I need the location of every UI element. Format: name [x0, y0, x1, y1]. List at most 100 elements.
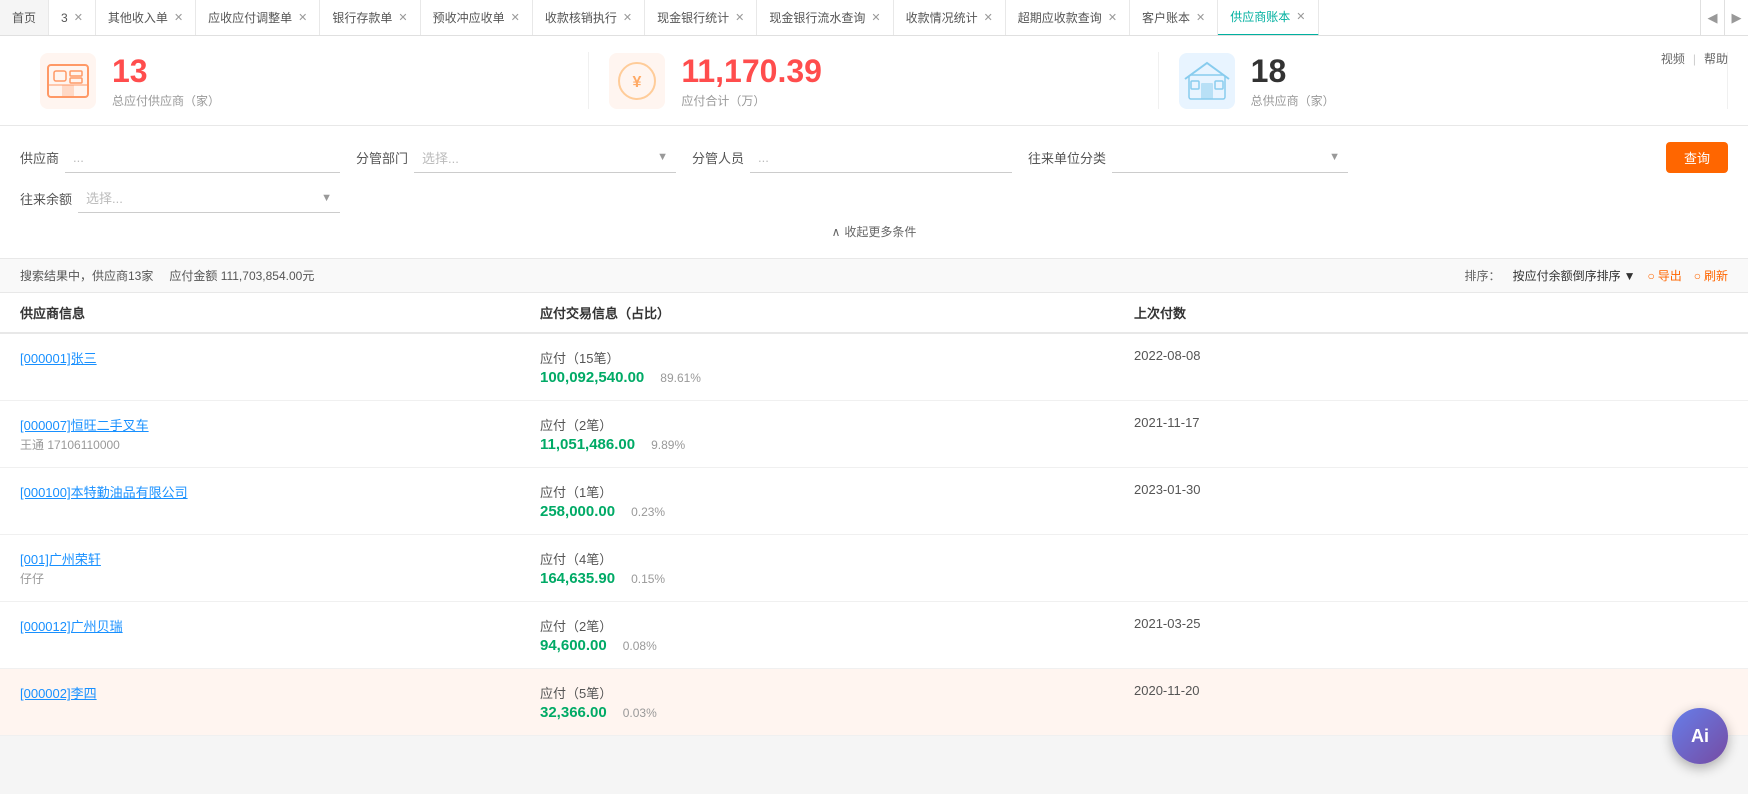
chevron-up-icon: ∧	[832, 225, 841, 239]
person-filter-label: 分管人员	[692, 148, 744, 167]
supplier-link[interactable]: [000002]李四	[20, 686, 97, 701]
nav-tab-ar-adjust[interactable]: 应收应付调整单 ✕	[196, 0, 320, 36]
export-button[interactable]: ○ 导出	[1647, 267, 1681, 284]
close-icon[interactable]: ✕	[298, 11, 307, 24]
nav-prev-arrow[interactable]: ◀	[1700, 0, 1724, 36]
nav-tab-cash-bank-stat[interactable]: 现金银行统计 ✕	[645, 0, 757, 36]
nav-tab-home[interactable]: 首页	[0, 0, 49, 36]
close-icon[interactable]: ✕	[871, 11, 880, 24]
last-pay-date: 2022-08-08	[1134, 348, 1201, 363]
close-icon[interactable]: ✕	[74, 11, 83, 24]
svg-text:¥: ¥	[633, 74, 642, 91]
close-icon[interactable]: ✕	[1196, 11, 1205, 24]
nav-tab-advance-collect[interactable]: 预收冲应收单 ✕	[421, 0, 533, 36]
store-icon	[1179, 53, 1235, 109]
query-button[interactable]: 查询	[1666, 142, 1728, 173]
supplier-icon	[40, 53, 96, 109]
close-icon[interactable]: ✕	[623, 11, 632, 24]
table-row: [001]广州荣轩 仔仔 应付（4笔） 164,635.90 0.15%	[0, 535, 1748, 602]
total-payable-amount-label: 应付合计（万）	[681, 92, 822, 109]
close-icon[interactable]: ✕	[511, 11, 520, 24]
nav-tab-cash-bank-flow[interactable]: 现金银行流水查询 ✕	[757, 0, 893, 36]
nav-tab-3[interactable]: 3 ✕	[49, 0, 96, 36]
payable-pct: 89.61%	[660, 371, 701, 385]
balance-filter-label: 往来余额	[20, 189, 72, 208]
top-right-links: 视频 | 帮助	[1661, 50, 1728, 67]
payable-amount: 100,092,540.00	[540, 369, 644, 386]
last-pay-cell: 2023-01-30	[1134, 482, 1728, 497]
chevron-down-icon: ▼	[1329, 151, 1340, 163]
chevron-down-icon: ▼	[1624, 269, 1636, 283]
col-last-pay: 上次付数	[1134, 303, 1728, 322]
close-icon[interactable]: ✕	[984, 11, 993, 24]
nav-tab-collect-exec[interactable]: 收款核销执行 ✕	[533, 0, 645, 36]
person-filter-input[interactable]	[750, 143, 1012, 173]
nav-tab-customer-account[interactable]: 客户账本 ✕	[1130, 0, 1218, 36]
payable-pct: 9.89%	[651, 438, 685, 452]
payable-info-cell: 应付（4笔） 164,635.90 0.15%	[540, 549, 1134, 587]
collapse-button[interactable]: ∧ 收起更多条件	[832, 223, 917, 240]
top-navigation: 首页 3 ✕ 其他收入单 ✕ 应收应付调整单 ✕ 银行存款单 ✕ 预收冲应收单 …	[0, 0, 1748, 36]
sort-select[interactable]: 按应付余额倒序排序 ▼	[1513, 267, 1636, 284]
payable-label: 应付（5笔）	[540, 683, 1134, 702]
supplier-link[interactable]: [000001]张三	[20, 351, 97, 366]
nav-next-arrow[interactable]: ▶	[1724, 0, 1748, 36]
filter-row-2: 往来余额 选择... ▼	[20, 183, 1728, 213]
result-text-suppliers: 搜索结果中，供应商13家	[20, 267, 153, 284]
supplier-link[interactable]: [000012]广州贝瑞	[20, 619, 123, 634]
category-filter-select[interactable]: ▼	[1112, 143, 1348, 173]
close-icon[interactable]: ✕	[398, 11, 407, 24]
ai-assistant-button[interactable]: Ai	[1672, 708, 1728, 764]
total-suppliers-number: 18	[1251, 52, 1335, 90]
summary-card-suppliers: 13 总应付供应商（家）	[20, 52, 589, 109]
nav-tab-overdue-query[interactable]: 超期应收款查询 ✕	[1006, 0, 1130, 36]
supplier-info-cell: [000002]李四	[20, 683, 540, 702]
close-icon[interactable]: ✕	[735, 11, 744, 24]
payable-info-cell: 应付（2笔） 11,051,486.00 9.89%	[540, 415, 1134, 453]
payable-info-cell: 应付（15笔） 100,092,540.00 89.61%	[540, 348, 1134, 386]
dept-select-text: 选择...	[422, 148, 459, 167]
data-table: 供应商信息 应付交易信息（占比） 上次付数 [000001]张三 应付（15笔）…	[0, 293, 1748, 736]
dept-filter-select[interactable]: 选择... ▼	[414, 143, 676, 173]
summary-content-total: 18 总供应商（家）	[1251, 52, 1335, 109]
last-pay-cell: 2021-03-25	[1134, 616, 1728, 631]
nav-tab-collect-stat[interactable]: 收款情况统计 ✕	[894, 0, 1006, 36]
video-link[interactable]: 视频	[1661, 50, 1685, 67]
balance-filter-select[interactable]: 选择... ▼	[78, 183, 340, 213]
export-icon: ○	[1647, 269, 1654, 283]
payable-amount: 164,635.90	[540, 570, 615, 587]
nav-tab-bank-deposit[interactable]: 银行存款单 ✕	[320, 0, 420, 36]
refresh-button[interactable]: ○ 刷新	[1694, 267, 1728, 284]
refresh-icon: ○	[1694, 269, 1701, 283]
close-icon[interactable]: ✕	[1296, 10, 1305, 23]
sort-label: 排序：	[1465, 267, 1501, 284]
summary-header: 13 总应付供应商（家） ¥ 11,170.39 应付合计（万）	[0, 36, 1748, 126]
filter-category: 往来单位分类 ▼	[1028, 143, 1348, 173]
table-row: [000100]本特勤油品有限公司 应付（1笔） 258,000.00 0.23…	[0, 468, 1748, 535]
last-pay-cell: 2021-11-17	[1134, 415, 1728, 430]
filter-supplier: 供应商	[20, 143, 340, 173]
supplier-filter-input[interactable]	[65, 143, 340, 173]
supplier-sub-info: 王通 17106110000	[20, 436, 540, 453]
last-pay-cell: 2020-11-20	[1134, 683, 1728, 698]
payable-info-cell: 应付（5笔） 32,366.00 0.03%	[540, 683, 1134, 721]
supplier-link[interactable]: [000007]恒旺二手叉车	[20, 418, 149, 433]
help-link[interactable]: 帮助	[1704, 50, 1728, 67]
supplier-link[interactable]: [001]广州荣轩	[20, 552, 101, 567]
result-actions: 排序： 按应付余额倒序排序 ▼ ○ 导出 ○ 刷新	[1465, 267, 1728, 284]
close-icon[interactable]: ✕	[174, 11, 183, 24]
close-icon[interactable]: ✕	[1108, 11, 1117, 24]
payable-label: 应付（15笔）	[540, 348, 1134, 367]
nav-tab-supplier-account[interactable]: 供应商账本 ✕	[1218, 0, 1318, 36]
payable-label: 应付（2笔）	[540, 415, 1134, 434]
payable-label: 应付（4笔）	[540, 549, 1134, 568]
supplier-info-cell: [000012]广州贝瑞	[20, 616, 540, 635]
summary-card-total-suppliers: 18 总供应商（家）	[1159, 52, 1728, 109]
payable-label: 应付（2笔）	[540, 616, 1134, 635]
supplier-link[interactable]: [000100]本特勤油品有限公司	[20, 485, 188, 500]
payable-amount: 11,051,486.00	[540, 436, 635, 453]
filter-area: 供应商 分管部门 选择... ▼ 分管人员 往来单位分类 ▼ 查询	[0, 126, 1748, 259]
nav-tab-other-income[interactable]: 其他收入单 ✕	[96, 0, 196, 36]
table-row: [000001]张三 应付（15笔） 100,092,540.00 89.61%…	[0, 334, 1748, 401]
last-pay-cell: 2022-08-08	[1134, 348, 1728, 363]
